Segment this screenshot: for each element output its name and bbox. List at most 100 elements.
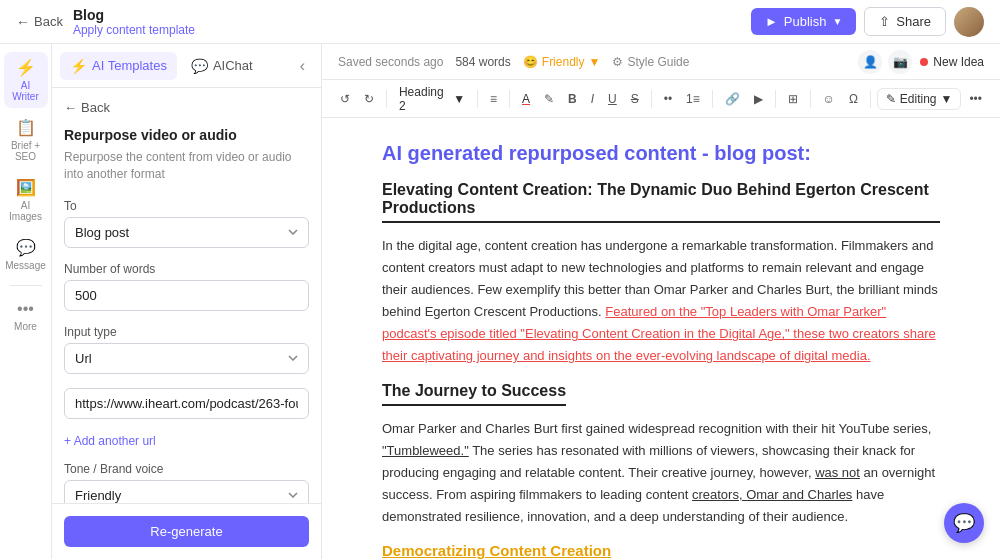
editing-icon: ✎ — [886, 92, 896, 106]
input-type-label: Input type — [64, 325, 309, 339]
meta-icon-btn-2[interactable]: 📷 — [888, 50, 912, 74]
message-label: Message — [5, 260, 46, 271]
sidebar-item-ai-images[interactable]: 🖼️ AI Images — [4, 172, 48, 228]
header-left: ← Back Blog Apply content template — [16, 7, 195, 37]
highlight-button[interactable]: ✎ — [538, 88, 560, 110]
avatar[interactable] — [954, 7, 984, 37]
meta-icon-btn-1[interactable]: 👤 — [858, 50, 882, 74]
bullet-list-button[interactable]: •• — [658, 88, 678, 110]
to-field-group: To Blog post Article Newsletter Social p… — [64, 199, 309, 248]
aichat-label: AIChat — [213, 58, 253, 73]
special-char-button[interactable]: Ω — [843, 88, 864, 110]
bold-button[interactable]: B — [562, 88, 583, 110]
tone-field-group: Tone / Brand voice Friendly Professional… — [64, 462, 309, 503]
toolbar-separator-1 — [386, 90, 387, 108]
url-input[interactable] — [64, 388, 309, 419]
sidebar-back-button[interactable]: ← Back — [64, 100, 309, 115]
editor-meta-bar: Saved seconds ago 584 words 😊 Friendly ▼… — [322, 44, 1000, 80]
sidebar-tab-group: ⚡ AI Templates 💬 AIChat — [60, 52, 263, 80]
toolbar-separator-5 — [712, 90, 713, 108]
ai-writer-icon: ⚡ — [16, 58, 36, 77]
new-idea-label: New Idea — [933, 55, 984, 69]
table-button[interactable]: ⊞ — [782, 88, 804, 110]
more-icon: ••• — [17, 300, 34, 318]
chat-bubble-button[interactable]: 💬 — [944, 503, 984, 543]
meta-right: 👤 📷 New Idea — [858, 50, 984, 74]
publish-dropdown-icon: ▼ — [832, 16, 842, 27]
sidebar-footer: Re-generate — [52, 503, 321, 559]
style-guide-label: Style Guide — [627, 55, 689, 69]
share-label: Share — [896, 14, 931, 29]
editor-content[interactable]: AI generated repurposed content - blog p… — [322, 118, 1000, 559]
link-text-1[interactable]: Featured on the "Top Leaders with Omar P… — [382, 304, 936, 363]
toolbar-separator-4 — [651, 90, 652, 108]
toolbar-separator-2 — [477, 90, 478, 108]
section1-heading: Elevating Content Creation: The Dynamic … — [382, 181, 940, 223]
more-options-button[interactable]: ••• — [963, 88, 988, 110]
meta-left: Saved seconds ago 584 words 😊 Friendly ▼… — [338, 55, 689, 69]
saved-status: Saved seconds ago — [338, 55, 443, 69]
add-url-link[interactable]: + Add another url — [64, 434, 156, 448]
was-not-underline: was not — [815, 465, 860, 480]
heading-label: Heading 2 — [399, 85, 449, 113]
words-input[interactable] — [64, 280, 309, 311]
emoji-button[interactable]: ☺ — [817, 88, 841, 110]
editor-area: Saved seconds ago 584 words 😊 Friendly ▼… — [322, 44, 1000, 559]
tone-badge[interactable]: 😊 Friendly ▼ — [523, 55, 601, 69]
sidebar-item-more[interactable]: ••• More — [4, 294, 48, 338]
apply-template-link[interactable]: Apply content template — [73, 23, 195, 37]
publish-label: Publish — [784, 14, 827, 29]
tone-dropdown-icon: ▼ — [588, 55, 600, 69]
sidebar: ⚡ AI Templates 💬 AIChat ‹ ← Back Repurpo… — [52, 44, 322, 559]
sidebar-item-brief-seo[interactable]: 📋 Brief + SEO — [4, 112, 48, 168]
underline-button[interactable]: U — [602, 88, 623, 110]
new-idea-dot — [920, 58, 928, 66]
ai-images-icon: 🖼️ — [16, 178, 36, 197]
font-color-button[interactable]: A — [516, 88, 536, 110]
collapse-sidebar-button[interactable]: ‹ — [292, 53, 313, 79]
sidebar-section-desc: Repurpose the content from video or audi… — [64, 149, 309, 183]
heading-select[interactable]: Heading 2 ▼ — [393, 82, 471, 116]
nav-divider — [10, 285, 42, 286]
numbered-list-button[interactable]: 1≡ — [680, 88, 706, 110]
creators-link[interactable]: creators, Omar and Charles — [692, 487, 852, 502]
regenerate-button[interactable]: Re-generate — [64, 516, 309, 547]
main-body: ⚡ AI Writer 📋 Brief + SEO 🖼️ AI Images 💬… — [0, 44, 1000, 559]
editing-label: Editing — [900, 92, 937, 106]
chat-bubble-icon: 💬 — [953, 512, 975, 534]
media-button[interactable]: ▶ — [748, 88, 769, 110]
strikethrough-button[interactable]: S — [625, 88, 645, 110]
message-icon: 💬 — [16, 238, 36, 257]
back-arrow-icon: ← — [16, 14, 30, 30]
to-select[interactable]: Blog post Article Newsletter Social post — [64, 217, 309, 248]
align-button[interactable]: ≡ — [484, 88, 503, 110]
input-type-select[interactable]: Url Text File — [64, 343, 309, 374]
to-label: To — [64, 199, 309, 213]
sidebar-item-ai-writer[interactable]: ⚡ AI Writer — [4, 52, 48, 108]
tone-select[interactable]: Friendly Professional Casual Formal — [64, 480, 309, 503]
sidebar-back-label: Back — [81, 100, 110, 115]
italic-button[interactable]: I — [585, 88, 600, 110]
tumbleweed-link[interactable]: "Tumbleweed." — [382, 443, 469, 458]
publish-button[interactable]: ► Publish ▼ — [751, 8, 856, 35]
ai-templates-label: AI Templates — [92, 58, 167, 73]
share-button[interactable]: ⇧ Share — [864, 7, 946, 36]
sidebar-item-message[interactable]: 💬 Message — [4, 232, 48, 277]
new-idea-badge[interactable]: New Idea — [920, 55, 984, 69]
toolbar-separator-3 — [509, 90, 510, 108]
editing-dropdown[interactable]: ✎ Editing ▼ — [877, 88, 962, 110]
undo-button[interactable]: ↺ — [334, 88, 356, 110]
main-heading: AI generated repurposed content - blog p… — [382, 142, 940, 165]
redo-button[interactable]: ↻ — [358, 88, 380, 110]
link-button[interactable]: 🔗 — [719, 88, 746, 110]
ai-writer-label: AI Writer — [8, 80, 44, 102]
tab-ai-templates[interactable]: ⚡ AI Templates — [60, 52, 177, 80]
toolbar-separator-8 — [870, 90, 871, 108]
back-button[interactable]: ← Back — [16, 14, 63, 30]
tab-aichat[interactable]: 💬 AIChat — [181, 52, 263, 80]
brief-seo-icon: 📋 — [16, 118, 36, 137]
blog-info: Blog Apply content template — [73, 7, 195, 37]
left-nav: ⚡ AI Writer 📋 Brief + SEO 🖼️ AI Images 💬… — [0, 44, 52, 559]
style-guide-link[interactable]: ⚙ Style Guide — [612, 55, 689, 69]
section2-heading: The Journey to Success — [382, 382, 566, 406]
